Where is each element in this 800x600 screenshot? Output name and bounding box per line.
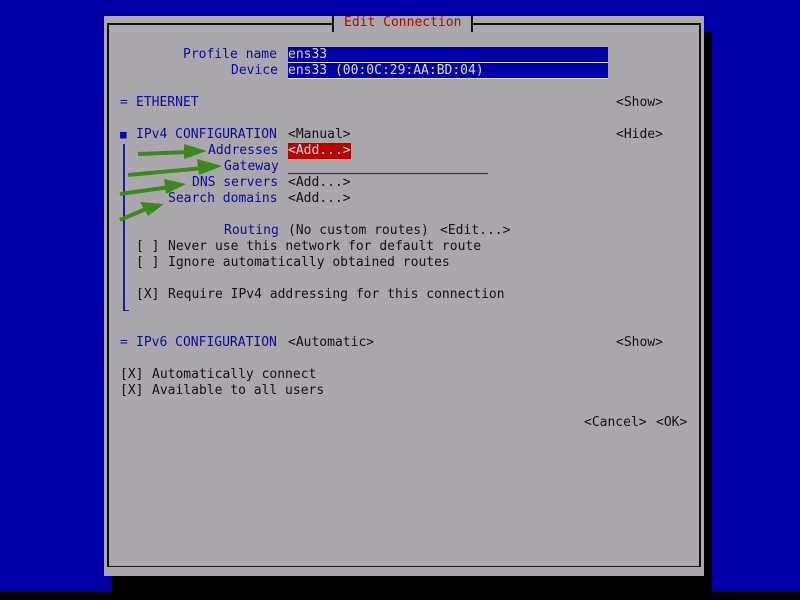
arrow-icon-addresses bbox=[137, 144, 207, 159]
arrow-icon-dns-servers bbox=[119, 179, 186, 196]
edit-connection-dialog: Edit Connection Profile name ens33 Devic… bbox=[104, 16, 704, 576]
screen-bottom-bar bbox=[0, 592, 800, 600]
annotation-arrows bbox=[119, 144, 222, 222]
arrow-icon-gateway bbox=[127, 159, 222, 177]
arrow-icon-search-domains bbox=[119, 202, 164, 222]
